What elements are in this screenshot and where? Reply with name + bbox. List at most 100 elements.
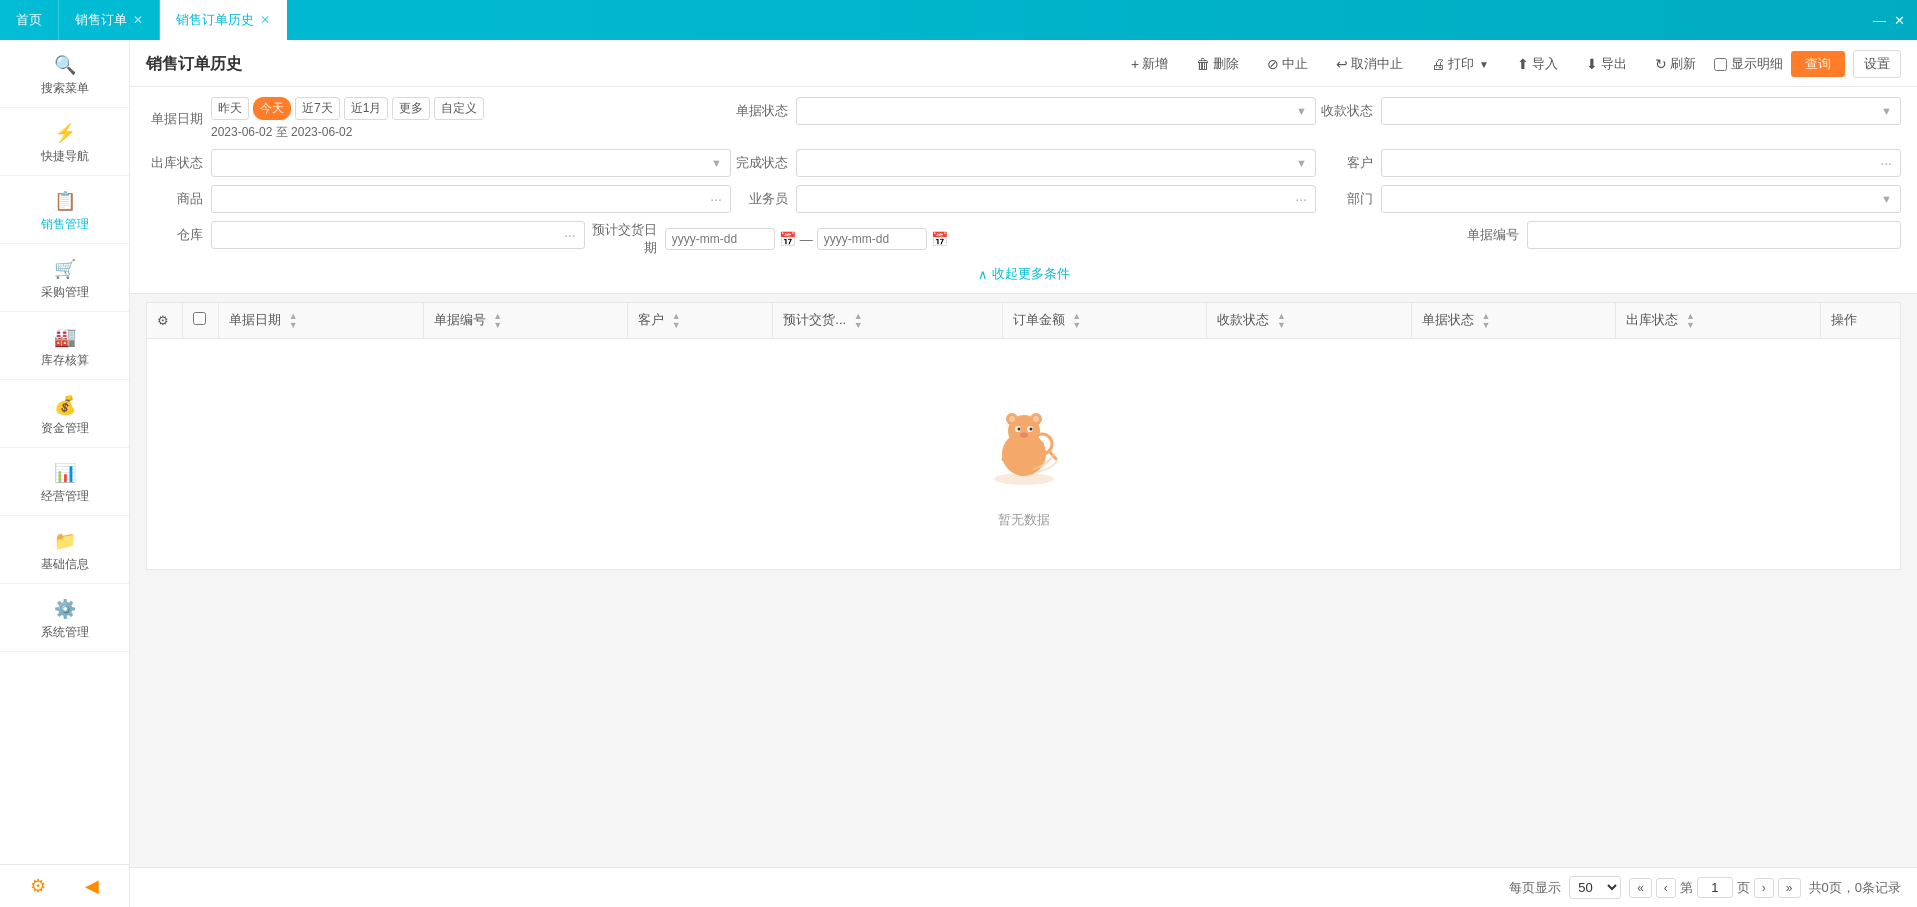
date-btn-custom[interactable]: 自定义: [434, 97, 484, 120]
cancel-stop-button[interactable]: ↩ 取消中止: [1326, 51, 1413, 77]
empty-state: 暂无数据: [147, 339, 1900, 569]
th-receipt-status[interactable]: 收款状态 ▲▼: [1207, 303, 1412, 339]
sidebar-item-system-mgmt[interactable]: ⚙️ 系统管理: [0, 584, 129, 652]
customer-input[interactable]: ···: [1381, 149, 1901, 177]
warehouse-input[interactable]: ···: [211, 221, 585, 249]
tab-sales-order[interactable]: 销售订单 ✕: [59, 0, 160, 40]
date-dash: —: [800, 232, 813, 247]
product-input[interactable]: ···: [211, 185, 731, 213]
top-bar-tabs: 首页 销售订单 ✕ 销售订单历史 ✕: [0, 0, 1861, 40]
add-button[interactable]: + 新增: [1121, 51, 1178, 77]
window-minimize[interactable]: —: [1873, 13, 1886, 28]
date-btn-7days[interactable]: 近7天: [295, 97, 340, 120]
th-voucher-status-label: 单据状态: [1422, 312, 1474, 327]
collapse-filter-button[interactable]: ∧ 收起更多条件: [146, 265, 1901, 283]
print-label: 打印: [1448, 55, 1474, 73]
next-page-button[interactable]: ›: [1754, 878, 1774, 898]
select-all-checkbox[interactable]: [193, 312, 206, 325]
delivery-date-label: 预计交货日期: [585, 221, 665, 257]
completion-status-select[interactable]: ▼: [796, 149, 1316, 177]
filter-row-3: 商品 ··· 业务员 ··· 部门 ▼: [146, 185, 1901, 213]
sidebar-item-sales-mgmt[interactable]: 📋 销售管理: [0, 176, 129, 244]
page-size-select[interactable]: 10 20 50 100: [1569, 876, 1621, 899]
receipt-status-select[interactable]: ▼: [1381, 97, 1901, 125]
department-chevron: ▼: [1881, 193, 1892, 205]
sidebar-item-quick-nav[interactable]: ⚡ 快捷导航: [0, 108, 129, 176]
current-page-input[interactable]: [1697, 877, 1733, 898]
sidebar-item-base-info-label: 基础信息: [41, 556, 89, 573]
first-page-button[interactable]: «: [1629, 878, 1652, 898]
outbound-status-select[interactable]: ▼: [211, 149, 731, 177]
window-close[interactable]: ✕: [1894, 13, 1905, 28]
svg-point-9: [1017, 427, 1020, 430]
th-voucher-no[interactable]: 单据编号 ▲▼: [423, 303, 628, 339]
delete-button[interactable]: 🗑 删除: [1186, 51, 1249, 77]
add-label: 新增: [1142, 55, 1168, 73]
th-settings[interactable]: ⚙: [147, 303, 183, 339]
outbound-status-sort-icon: ▲▼: [1686, 312, 1695, 330]
cancel-stop-label: 取消中止: [1351, 55, 1403, 73]
sidebar-item-purchase-mgmt[interactable]: 🛒 采购管理: [0, 244, 129, 312]
tab-sales-order-history[interactable]: 销售订单历史 ✕: [160, 0, 287, 40]
delivery-date-to[interactable]: [817, 228, 927, 250]
filter-col-salesperson: 业务员 ···: [731, 185, 1316, 213]
query-button[interactable]: 查询: [1791, 51, 1845, 77]
table-area: ⚙ 单据日期 ▲▼ 单据编号 ▲▼: [130, 294, 1917, 867]
print-button[interactable]: 🖨 打印 ▼: [1421, 51, 1499, 77]
import-label: 导入: [1532, 55, 1558, 73]
sidebar-settings-icon[interactable]: ⚙: [30, 875, 46, 897]
calendar-to-icon[interactable]: 📅: [931, 231, 948, 247]
pagination-bar: 每页显示 10 20 50 100 « ‹ 第 页 › » 共0页，0条记录: [130, 867, 1917, 907]
th-receipt-status-label: 收款状态: [1217, 312, 1269, 327]
settings-button[interactable]: 设置: [1853, 50, 1901, 78]
date-btn-today[interactable]: 今天: [253, 97, 291, 120]
th-customer[interactable]: 客户 ▲▼: [628, 303, 773, 339]
search-menu-icon: 🔍: [54, 54, 76, 76]
th-outbound-status[interactable]: 出库状态 ▲▼: [1616, 303, 1821, 339]
voucher-status-sort-icon: ▲▼: [1481, 312, 1490, 330]
date-btn-1month[interactable]: 近1月: [344, 97, 389, 120]
department-select[interactable]: ▼: [1381, 185, 1901, 213]
salesperson-input[interactable]: ···: [796, 185, 1316, 213]
voucher-no-input[interactable]: [1527, 221, 1901, 249]
export-button[interactable]: ⬇ 导出: [1576, 51, 1637, 77]
sidebar-item-search-menu[interactable]: 🔍 搜索菜单: [0, 40, 129, 108]
tab-sales-order-history-close[interactable]: ✕: [260, 13, 270, 27]
date-btn-more[interactable]: 更多: [392, 97, 430, 120]
voucher-no-sort-icon: ▲▼: [493, 312, 502, 330]
sidebar-item-base-info[interactable]: 📁 基础信息: [0, 516, 129, 584]
th-customer-label: 客户: [638, 312, 664, 327]
th-date[interactable]: 单据日期 ▲▼: [219, 303, 424, 339]
last-page-button[interactable]: »: [1778, 878, 1801, 898]
tab-sales-order-label: 销售订单: [75, 11, 127, 29]
th-checkbox[interactable]: [183, 303, 219, 339]
prev-page-button[interactable]: ‹: [1656, 878, 1676, 898]
import-button[interactable]: ⬆ 导入: [1507, 51, 1568, 77]
finance-icon: 💰: [54, 394, 76, 416]
tab-home[interactable]: 首页: [0, 0, 59, 40]
display-toggle-checkbox[interactable]: [1714, 58, 1727, 71]
stop-button[interactable]: ⊘ 中止: [1257, 51, 1318, 77]
quick-nav-icon: ⚡: [54, 122, 76, 144]
sidebar-item-operations[interactable]: 📊 经营管理: [0, 448, 129, 516]
refresh-button[interactable]: ↻ 刷新: [1645, 51, 1706, 77]
sidebar-item-operations-label: 经营管理: [41, 488, 89, 505]
collapse-up-icon: ∧: [978, 267, 988, 282]
date-btn-yesterday[interactable]: 昨天: [211, 97, 249, 120]
th-voucher-status[interactable]: 单据状态 ▲▼: [1411, 303, 1616, 339]
calendar-from-icon[interactable]: 📅: [779, 231, 796, 247]
sidebar-collapse-icon[interactable]: ◀: [85, 875, 99, 897]
voucher-no-text-input[interactable]: [1536, 228, 1892, 243]
filter-col-product: 商品 ···: [146, 185, 731, 213]
receipt-status-chevron: ▼: [1881, 105, 1892, 117]
delivery-date-from[interactable]: [665, 228, 775, 250]
voucher-no-label: 单据编号: [1462, 226, 1527, 244]
display-toggle-label: 显示明细: [1731, 55, 1783, 73]
th-amount[interactable]: 订单金额 ▲▼: [1002, 303, 1207, 339]
sidebar-item-finance[interactable]: 💰 资金管理: [0, 380, 129, 448]
voucher-status-select[interactable]: ▼: [796, 97, 1316, 125]
stop-label: 中止: [1282, 55, 1308, 73]
th-delivery-date[interactable]: 预计交货... ▲▼: [773, 303, 1002, 339]
sidebar-item-inventory[interactable]: 🏭 库存核算: [0, 312, 129, 380]
tab-sales-order-close[interactable]: ✕: [133, 13, 143, 27]
